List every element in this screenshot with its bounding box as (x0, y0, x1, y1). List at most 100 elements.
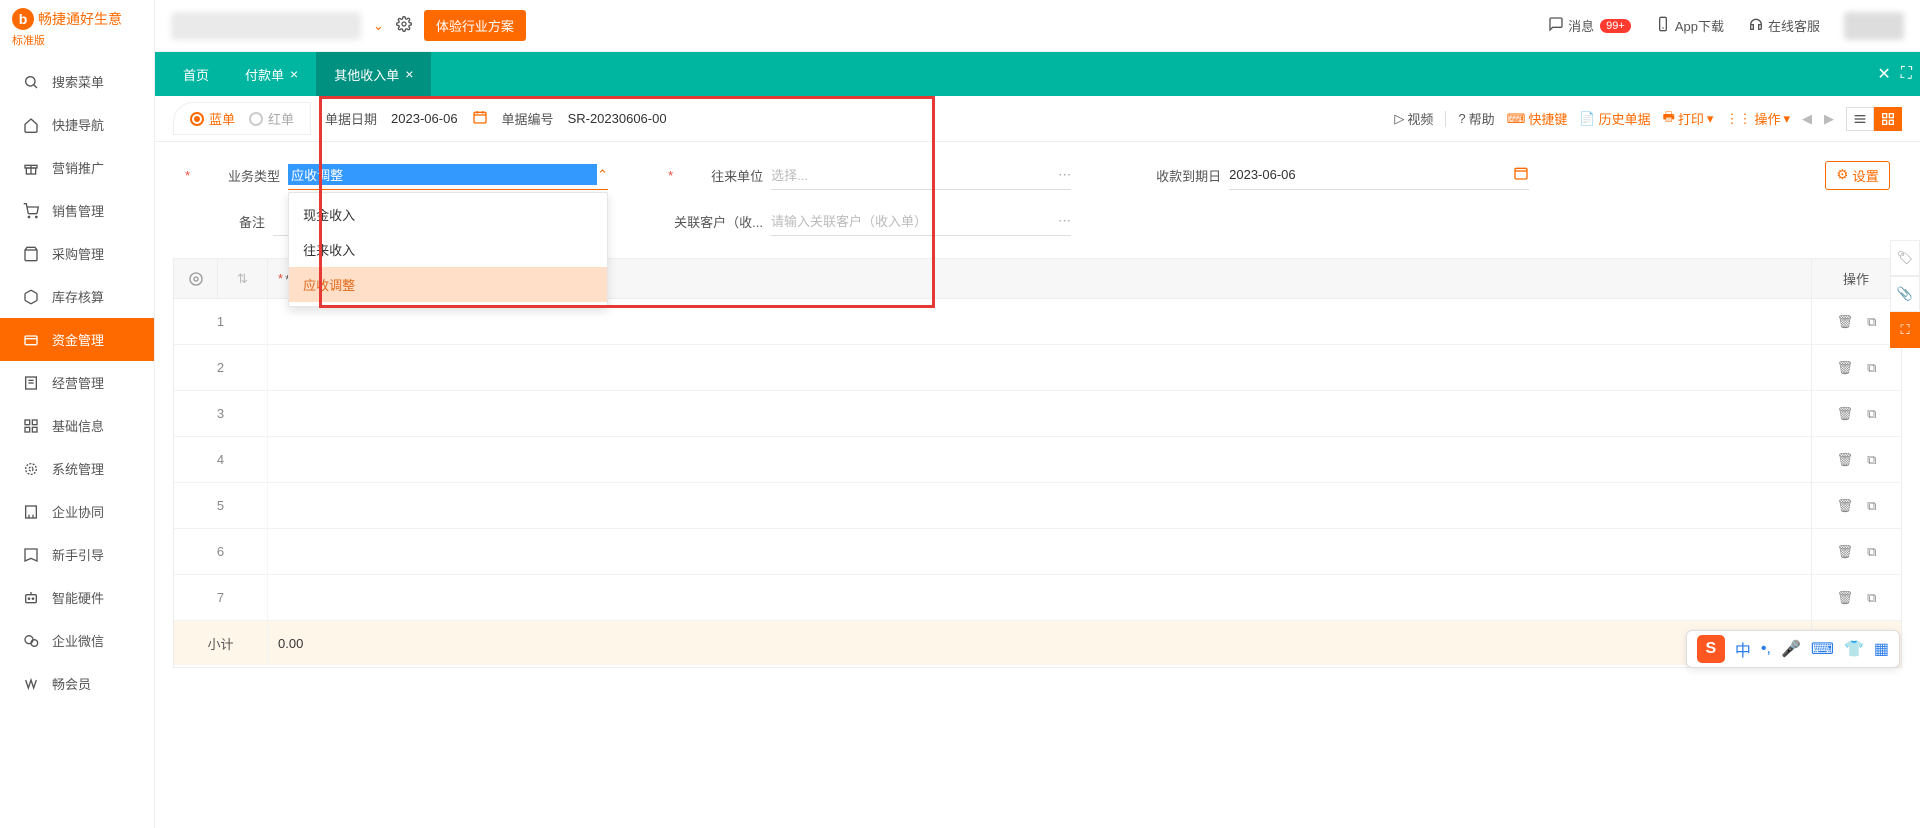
bookmark-tool[interactable]: 🏷 (1890, 240, 1920, 276)
delete-row-icon[interactable]: 🗑 (1837, 314, 1854, 330)
org-selector[interactable] (171, 12, 361, 40)
view-list-button[interactable] (1846, 107, 1874, 131)
sidebar-item-label: 资金管理 (52, 330, 104, 349)
messages-label: 消息 (1568, 16, 1594, 35)
app-download-link[interactable]: App下载 (1649, 16, 1730, 35)
next-bill-button[interactable]: ▶ (1824, 111, 1834, 127)
sidebar-item-search[interactable]: 搜索菜单 (0, 60, 154, 103)
box-icon (22, 288, 40, 306)
help-link[interactable]: ?帮助 (1458, 109, 1494, 128)
delete-row-icon[interactable]: 🗑 (1837, 360, 1854, 376)
table-subtotal-row: 小计 0.00 (174, 621, 1811, 665)
tab-payment[interactable]: 付款单× (227, 52, 316, 96)
tab-home[interactable]: 首页 (165, 52, 227, 96)
sidebar-item-vip[interactable]: 畅会员 (0, 662, 154, 705)
prev-bill-button[interactable]: ◀ (1802, 111, 1812, 127)
sidebar-item-baseinfo[interactable]: 基础信息 (0, 404, 154, 447)
play-icon: ▷ (1394, 111, 1404, 127)
messages-link[interactable]: 消息 99+ (1542, 16, 1637, 35)
sidebar-item-system[interactable]: 系统管理 (0, 447, 154, 490)
sidebar-item-label: 搜索菜单 (52, 72, 104, 91)
more-icon[interactable]: ⋯ (1058, 167, 1071, 183)
ime-punct-button[interactable]: •, (1761, 640, 1771, 658)
delete-row-icon[interactable]: 🗑 (1837, 544, 1854, 560)
bill-date-value[interactable]: 2023-06-06 (391, 111, 458, 126)
copy-row-icon[interactable]: ⧉ (1867, 590, 1876, 606)
sidebar-item-marketing[interactable]: 营销推广 (0, 146, 154, 189)
table-row[interactable]: 2 (174, 345, 1811, 391)
view-card-button[interactable] (1874, 107, 1902, 131)
biz-type-select[interactable]: 应收调整 ⌃ 现金收入 往来收入 应收调整 (288, 160, 608, 190)
operate-icon: ⋮⋮ (1725, 111, 1751, 127)
biz-type-value: 应收调整 (288, 164, 597, 185)
close-icon[interactable]: × (405, 66, 413, 82)
delete-row-icon[interactable]: 🗑 (1837, 406, 1854, 422)
experience-button[interactable]: 体验行业方案 (424, 10, 526, 41)
sidebar-item-sales[interactable]: 销售管理 (0, 189, 154, 232)
sidebar-item-operation[interactable]: 经营管理 (0, 361, 154, 404)
dropdown-option-receivable[interactable]: 往来收入 (289, 232, 607, 267)
chevron-down-icon[interactable]: ⌄ (373, 18, 384, 34)
delete-row-icon[interactable]: 🗑 (1837, 452, 1854, 468)
expand-icon[interactable]: ⛶ (1901, 65, 1912, 83)
attachment-tool[interactable]: 📎 (1890, 276, 1920, 312)
radio-blue-bill[interactable]: 蓝单 (190, 109, 235, 128)
sidebar-item-purchase[interactable]: 采购管理 (0, 232, 154, 275)
table-row[interactable]: 6 (174, 529, 1811, 575)
sidebar-item-label: 采购管理 (52, 244, 104, 263)
sidebar-item-label: 营销推广 (52, 158, 104, 177)
delete-row-icon[interactable]: 🗑 (1837, 498, 1854, 514)
online-service-link[interactable]: 在线客服 (1742, 16, 1826, 35)
copy-row-icon[interactable]: ⧉ (1867, 314, 1876, 330)
link-customer-input[interactable]: 请输入关联客户（收入单） ⋯ (771, 206, 1071, 236)
table-row[interactable]: 4 (174, 437, 1811, 483)
due-date-input[interactable]: 2023-06-06 (1229, 160, 1529, 190)
radio-red-bill[interactable]: 红单 (249, 109, 294, 128)
table-row[interactable]: 7 (174, 575, 1811, 621)
messages-badge: 99+ (1600, 19, 1631, 33)
ime-mic-icon[interactable]: 🎤 (1781, 639, 1801, 659)
ime-skin-icon[interactable]: 👕 (1844, 639, 1864, 659)
delete-row-icon[interactable]: 🗑 (1837, 590, 1854, 606)
table-row[interactable]: 3 (174, 391, 1811, 437)
more-icon[interactable]: ⋯ (1058, 213, 1071, 229)
close-icon[interactable]: × (290, 66, 298, 82)
copy-row-icon[interactable]: ⧉ (1867, 452, 1876, 468)
calendar-icon[interactable] (1513, 165, 1529, 184)
sidebar-menu: 搜索菜单 快捷导航 营销推广 销售管理 采购管理 库存核算 资金管理 经营管理 … (0, 56, 154, 705)
sidebar-item-guide[interactable]: 新手引导 (0, 533, 154, 576)
sidebar-item-quicknav[interactable]: 快捷导航 (0, 103, 154, 146)
sidebar-item-funds[interactable]: 资金管理 (0, 318, 154, 361)
video-link[interactable]: ▷视频 (1394, 109, 1433, 128)
sidebar-item-collab[interactable]: 企业协同 (0, 490, 154, 533)
sidebar-item-hardware[interactable]: 智能硬件 (0, 576, 154, 619)
close-all-icon[interactable]: ✕ (1877, 64, 1890, 84)
sort-icon[interactable]: ⇅ (218, 259, 268, 298)
ime-lang-button[interactable]: 中 (1735, 637, 1751, 661)
copy-row-icon[interactable]: ⧉ (1867, 544, 1876, 560)
dropdown-option-adjust[interactable]: 应收调整 (289, 267, 607, 302)
copy-row-icon[interactable]: ⧉ (1867, 360, 1876, 376)
print-link[interactable]: 🖶打印▾ (1663, 108, 1714, 130)
operate-link[interactable]: ⋮⋮操作▾ (1725, 109, 1790, 128)
user-avatar[interactable] (1844, 12, 1904, 40)
dropdown-option-cash[interactable]: 现金收入 (289, 197, 607, 232)
fullscreen-tool[interactable]: ⛶ (1890, 312, 1920, 348)
sidebar-item-wechat[interactable]: 企业微信 (0, 619, 154, 662)
history-link[interactable]: 📄历史单据 (1579, 109, 1650, 128)
gear-icon[interactable] (396, 16, 412, 35)
calendar-icon[interactable] (472, 109, 488, 128)
shortcut-link[interactable]: ⌨快捷键 (1507, 109, 1568, 128)
tab-other-income[interactable]: 其他收入单× (316, 52, 431, 96)
sidebar-item-inventory[interactable]: 库存核算 (0, 275, 154, 318)
copy-row-icon[interactable]: ⧉ (1867, 406, 1876, 422)
radio-label: 蓝单 (209, 109, 235, 128)
table-row[interactable]: 5 (174, 483, 1811, 529)
column-config-button[interactable] (174, 259, 218, 298)
settings-button[interactable]: ⚙设置 (1825, 161, 1890, 190)
copy-row-icon[interactable]: ⧉ (1867, 498, 1876, 514)
unit-select[interactable]: 选择... ⋯ (771, 160, 1071, 190)
ime-toolbar[interactable]: S 中 •, 🎤 ⌨ 👕 ▦ (1686, 630, 1900, 668)
ime-keyboard-icon[interactable]: ⌨ (1811, 639, 1834, 659)
ime-apps-icon[interactable]: ▦ (1874, 639, 1889, 659)
